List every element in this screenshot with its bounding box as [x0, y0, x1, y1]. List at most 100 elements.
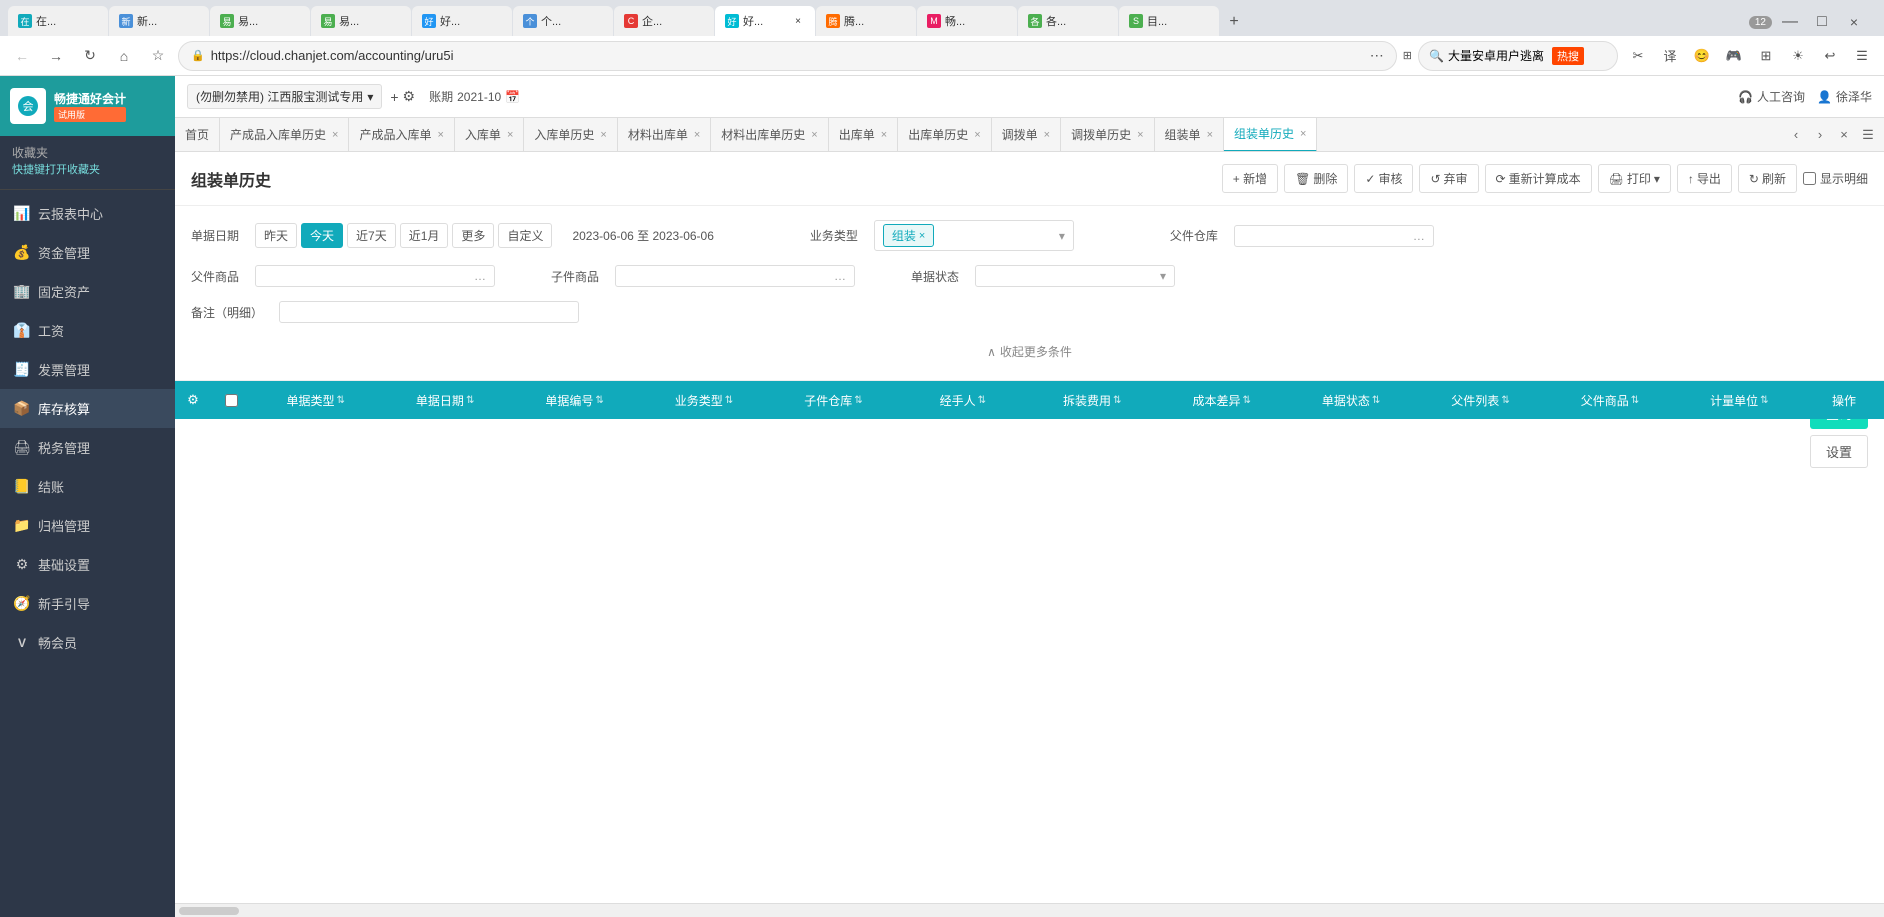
forward-button[interactable]: → [42, 42, 70, 70]
date-btn-1month[interactable]: 近1月 [400, 223, 449, 248]
user-button[interactable]: 👤 徐泽华 [1817, 88, 1872, 105]
page-tab-3[interactable]: 入库单 × [455, 118, 524, 152]
th-bill-date[interactable]: 单据日期 ⇅ [380, 392, 509, 409]
sidebar-item-finance[interactable]: 💰 资金管理 [0, 233, 175, 272]
address-bar[interactable]: 🔒 https://cloud.chanjet.com/accounting/u… [178, 41, 1397, 71]
page-tab-7-close[interactable]: × [881, 129, 887, 141]
browser-tab-10[interactable]: M 畅... [917, 6, 1017, 36]
print-button[interactable]: 🖨 打印 ▾ [1598, 164, 1671, 193]
page-tab-6-close[interactable]: × [811, 129, 817, 141]
browser-tab-2[interactable]: 新 新... [109, 6, 209, 36]
parent-goods-input[interactable]: … [255, 265, 495, 287]
tab-prev-button[interactable]: ‹ [1784, 123, 1808, 147]
page-tab-12[interactable]: 组装单历史 × [1224, 118, 1317, 152]
parent-warehouse-input[interactable]: … [1234, 225, 1434, 247]
page-tab-11-close[interactable]: × [1207, 129, 1213, 141]
game-icon[interactable]: 🎮 [1720, 42, 1748, 70]
biz-type-filter-input[interactable]: 组装 × ▾ [874, 220, 1074, 251]
th-checkbox[interactable] [211, 394, 251, 407]
page-tab-12-close[interactable]: × [1300, 128, 1306, 140]
th-bill-no[interactable]: 单据编号 ⇅ [510, 392, 639, 409]
new-tab-button[interactable]: + [1220, 8, 1248, 36]
page-tab-4-close[interactable]: × [600, 129, 606, 141]
page-tab-1-close[interactable]: × [332, 129, 338, 141]
page-tab-9-close[interactable]: × [1044, 129, 1050, 141]
company-selector[interactable]: (勿删勿禁用) 江西服宝测试专用 ▾ [187, 84, 382, 109]
th-unit[interactable]: 计量单位 ⇅ [1675, 392, 1804, 409]
back-button[interactable]: ← [8, 42, 36, 70]
page-tab-10-close[interactable]: × [1137, 129, 1143, 141]
tab-next-button[interactable]: › [1808, 123, 1832, 147]
th-handler[interactable]: 经手人 ⇅ [898, 392, 1027, 409]
th-parent-goods[interactable]: 父件商品 ⇅ [1545, 392, 1674, 409]
collapse-button[interactable]: ∧ 收起更多条件 [191, 337, 1868, 366]
address-more-icon[interactable]: ⋯ [1370, 47, 1384, 64]
browser-tab-4[interactable]: 易 易... [311, 6, 411, 36]
page-tab-8-close[interactable]: × [974, 129, 980, 141]
browser-tab-8[interactable]: 好 好... × [715, 6, 815, 36]
translate-icon[interactable]: 译 [1656, 42, 1684, 70]
date-btn-yesterday[interactable]: 昨天 [255, 223, 297, 248]
refresh-button[interactable]: ↻ 刷新 [1738, 164, 1797, 193]
undo-icon[interactable]: ↩ [1816, 42, 1844, 70]
th-sub-warehouse[interactable]: 子件仓库 ⇅ [769, 392, 898, 409]
sidebar-item-invoice[interactable]: 🧾 发票管理 [0, 350, 175, 389]
emoji-icon[interactable]: 😊 [1688, 42, 1716, 70]
page-tab-3-close[interactable]: × [507, 129, 513, 141]
select-all-checkbox[interactable] [225, 394, 238, 407]
browser-tab-5[interactable]: 好 好... [412, 6, 512, 36]
parent-warehouse-more-icon[interactable]: … [1413, 229, 1425, 243]
sidebar-item-inventory[interactable]: 📦 库存核算 [0, 389, 175, 428]
page-tab-5[interactable]: 材料出库单 × [618, 118, 711, 152]
settings-gear-icon[interactable]: ⚙ [403, 88, 416, 105]
parent-goods-more-icon[interactable]: … [474, 269, 486, 283]
show-detail-checkbox[interactable]: 显示明细 [1803, 170, 1868, 187]
page-tab-2-close[interactable]: × [437, 129, 443, 141]
sidebar-item-reports[interactable]: 📊 云报表中心 [0, 194, 175, 233]
sidebar-item-archive[interactable]: 📁 归档管理 [0, 506, 175, 545]
page-tab-11[interactable]: 组装单 × [1155, 118, 1224, 152]
recalc-button[interactable]: ⟳ 重新计算成本 [1485, 164, 1592, 193]
page-tab-1[interactable]: 产成品入库单历史 × [220, 118, 349, 152]
sidebar-item-tax[interactable]: 🖨 税务管理 [0, 428, 175, 467]
page-tab-10[interactable]: 调拨单历史 × [1061, 118, 1154, 152]
horizontal-scrollbar[interactable] [175, 903, 1884, 917]
th-cost-diff[interactable]: 成本差异 ⇅ [1157, 392, 1286, 409]
page-tab-8[interactable]: 出库单历史 × [898, 118, 991, 152]
browser-tab-1[interactable]: 在 在... [8, 6, 108, 36]
scrollbar-thumb[interactable] [179, 907, 239, 915]
maximize-button[interactable]: □ [1808, 8, 1836, 36]
add-company-icon[interactable]: + [390, 89, 398, 105]
bill-status-select[interactable]: ▾ [975, 265, 1175, 287]
bookmark-button[interactable]: ☆ [144, 42, 172, 70]
sidebar-item-vip[interactable]: V 畅会员 [0, 623, 175, 662]
remark-input[interactable] [279, 301, 579, 323]
period-selector[interactable]: 账期 2021-10 📅 [423, 85, 526, 108]
export-button[interactable]: ↑ 导出 [1677, 164, 1732, 193]
layout-icon[interactable]: ⊞ [1752, 42, 1780, 70]
close-window-button[interactable]: × [1840, 8, 1868, 36]
date-btn-more[interactable]: 更多 [452, 223, 494, 248]
scissors-icon[interactable]: ✂ [1624, 42, 1652, 70]
sidebar-item-fixed-assets[interactable]: 🏢 固定资产 [0, 272, 175, 311]
th-disassemble-fee[interactable]: 拆装费用 ⇅ [1028, 392, 1157, 409]
date-btn-custom[interactable]: 自定义 [498, 223, 552, 248]
sub-goods-input[interactable]: … [615, 265, 855, 287]
sidebar-item-settings[interactable]: ⚙ 基础设置 [0, 545, 175, 584]
sidebar-item-closing[interactable]: 📒 结账 [0, 467, 175, 506]
refresh-button[interactable]: ↻ [76, 42, 104, 70]
sidebar-item-guide[interactable]: 🧭 新手引导 [0, 584, 175, 623]
page-tab-4[interactable]: 入库单历史 × [524, 118, 617, 152]
brightness-icon[interactable]: ☀ [1784, 42, 1812, 70]
abandon-button[interactable]: ↺ 弃审 [1419, 164, 1478, 193]
tab-close-all-button[interactable]: × [1832, 123, 1856, 147]
page-tab-home[interactable]: 首页 [175, 118, 220, 152]
show-detail-input[interactable] [1803, 172, 1816, 185]
th-biz-type[interactable]: 业务类型 ⇅ [639, 392, 768, 409]
new-button[interactable]: + 新增 [1222, 164, 1278, 193]
browser-tab-7[interactable]: C 企... [614, 6, 714, 36]
browser-tab-3[interactable]: 易 易... [210, 6, 310, 36]
browser-tab-12[interactable]: S 目... [1119, 6, 1219, 36]
browser-tab-9[interactable]: 腾 腾... [816, 6, 916, 36]
home-button[interactable]: ⌂ [110, 42, 138, 70]
